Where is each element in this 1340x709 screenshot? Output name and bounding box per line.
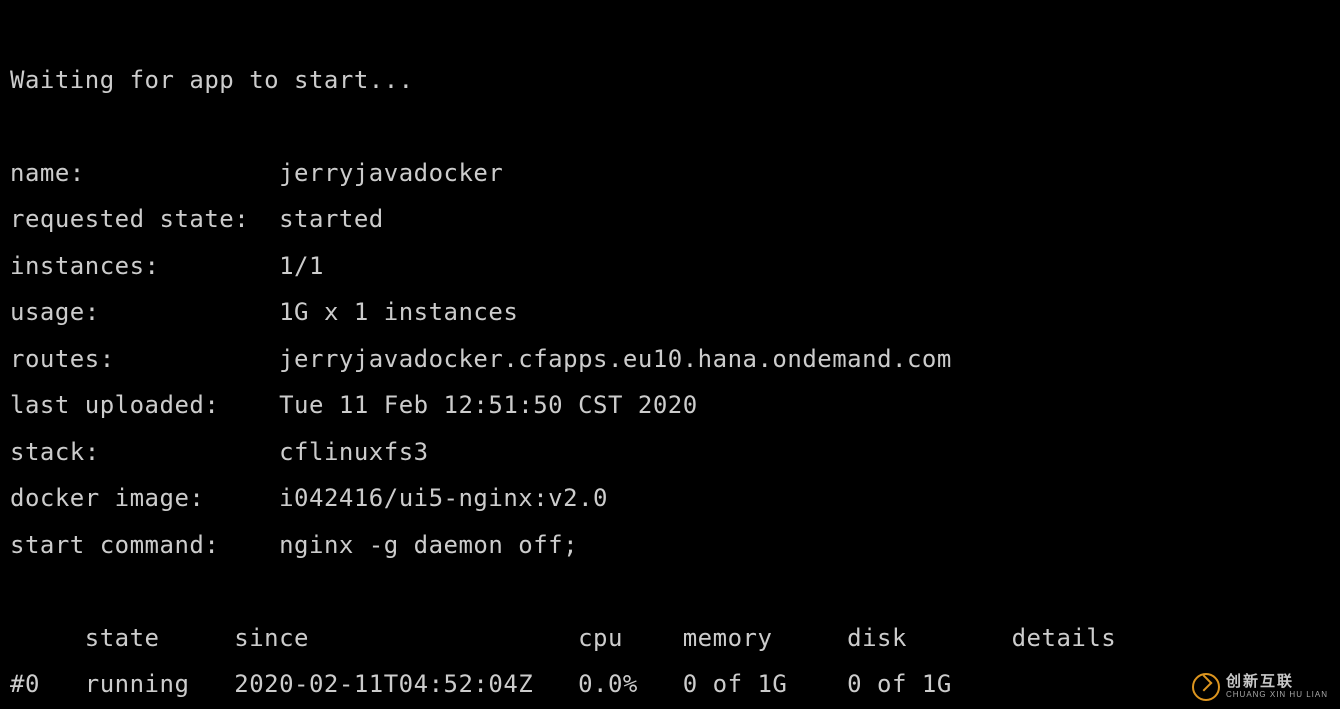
info-docker-label: docker image: bbox=[10, 484, 279, 512]
info-uploaded-label: last uploaded: bbox=[10, 391, 279, 419]
info-instances-value: 1/1 bbox=[279, 252, 324, 280]
watermark-en: CHUANG XIN HU LIAN bbox=[1226, 691, 1328, 700]
info-routes-value: jerryjavadocker.cfapps.eu10.hana.ondeman… bbox=[279, 345, 952, 373]
info-startcmd-label: start command: bbox=[10, 531, 279, 559]
terminal-output: Waiting for app to start... name: jerryj… bbox=[0, 0, 1340, 709]
info-name-value: jerryjavadocker bbox=[279, 159, 503, 187]
instance-table-row: #0 running 2020-02-11T04:52:04Z 0.0% 0 o… bbox=[10, 670, 1012, 698]
instance-table-header: state since cpu memory disk details bbox=[10, 624, 1116, 652]
watermark-zh: 创新互联 bbox=[1226, 674, 1328, 691]
info-uploaded-value: Tue 11 Feb 12:51:50 CST 2020 bbox=[279, 391, 698, 419]
info-name-label: name: bbox=[10, 159, 279, 187]
watermark-logo-icon bbox=[1192, 673, 1220, 701]
info-usage-value: 1G x 1 instances bbox=[279, 298, 518, 326]
watermark: 创新互联 CHUANG XIN HU LIAN bbox=[1192, 673, 1328, 701]
info-docker-value: i042416/ui5-nginx:v2.0 bbox=[279, 484, 608, 512]
info-startcmd-value: nginx -g daemon off; bbox=[279, 531, 578, 559]
info-state-label: requested state: bbox=[10, 205, 279, 233]
info-routes-label: routes: bbox=[10, 345, 279, 373]
info-state-value: started bbox=[279, 205, 384, 233]
info-instances-label: instances: bbox=[10, 252, 279, 280]
watermark-text: 创新互联 CHUANG XIN HU LIAN bbox=[1226, 674, 1328, 699]
status-line: Waiting for app to start... bbox=[10, 66, 414, 94]
info-stack-value: cflinuxfs3 bbox=[279, 438, 429, 466]
info-usage-label: usage: bbox=[10, 298, 279, 326]
info-stack-label: stack: bbox=[10, 438, 279, 466]
